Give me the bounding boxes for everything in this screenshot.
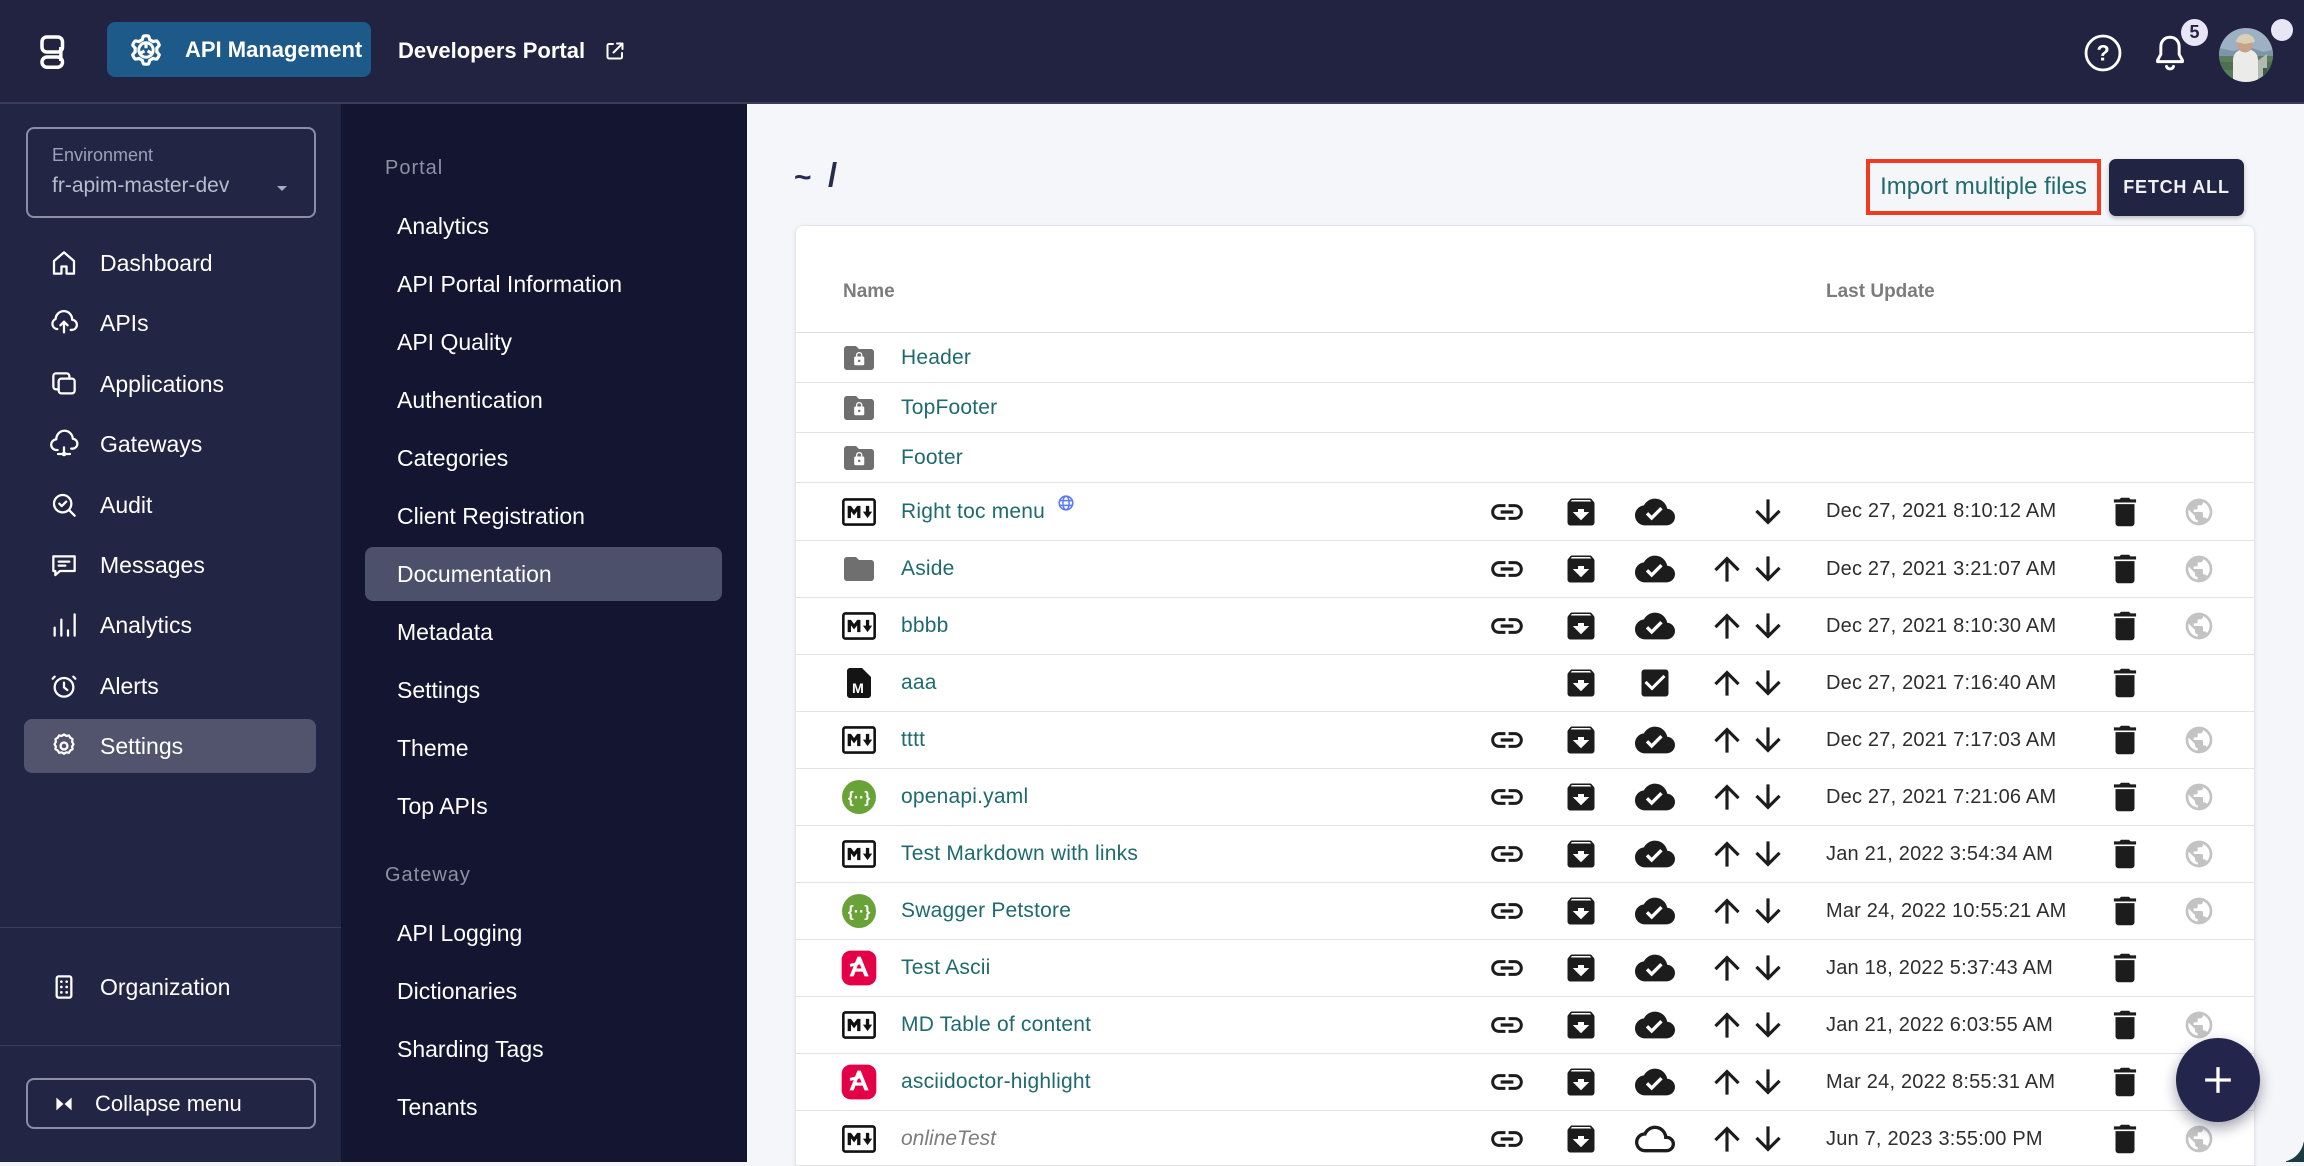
svg-text:{··}: {··} (848, 790, 871, 807)
svg-text:M: M (852, 681, 864, 697)
svg-text:{··}: {··} (848, 904, 871, 921)
svg-text:?: ? (2096, 41, 2109, 66)
